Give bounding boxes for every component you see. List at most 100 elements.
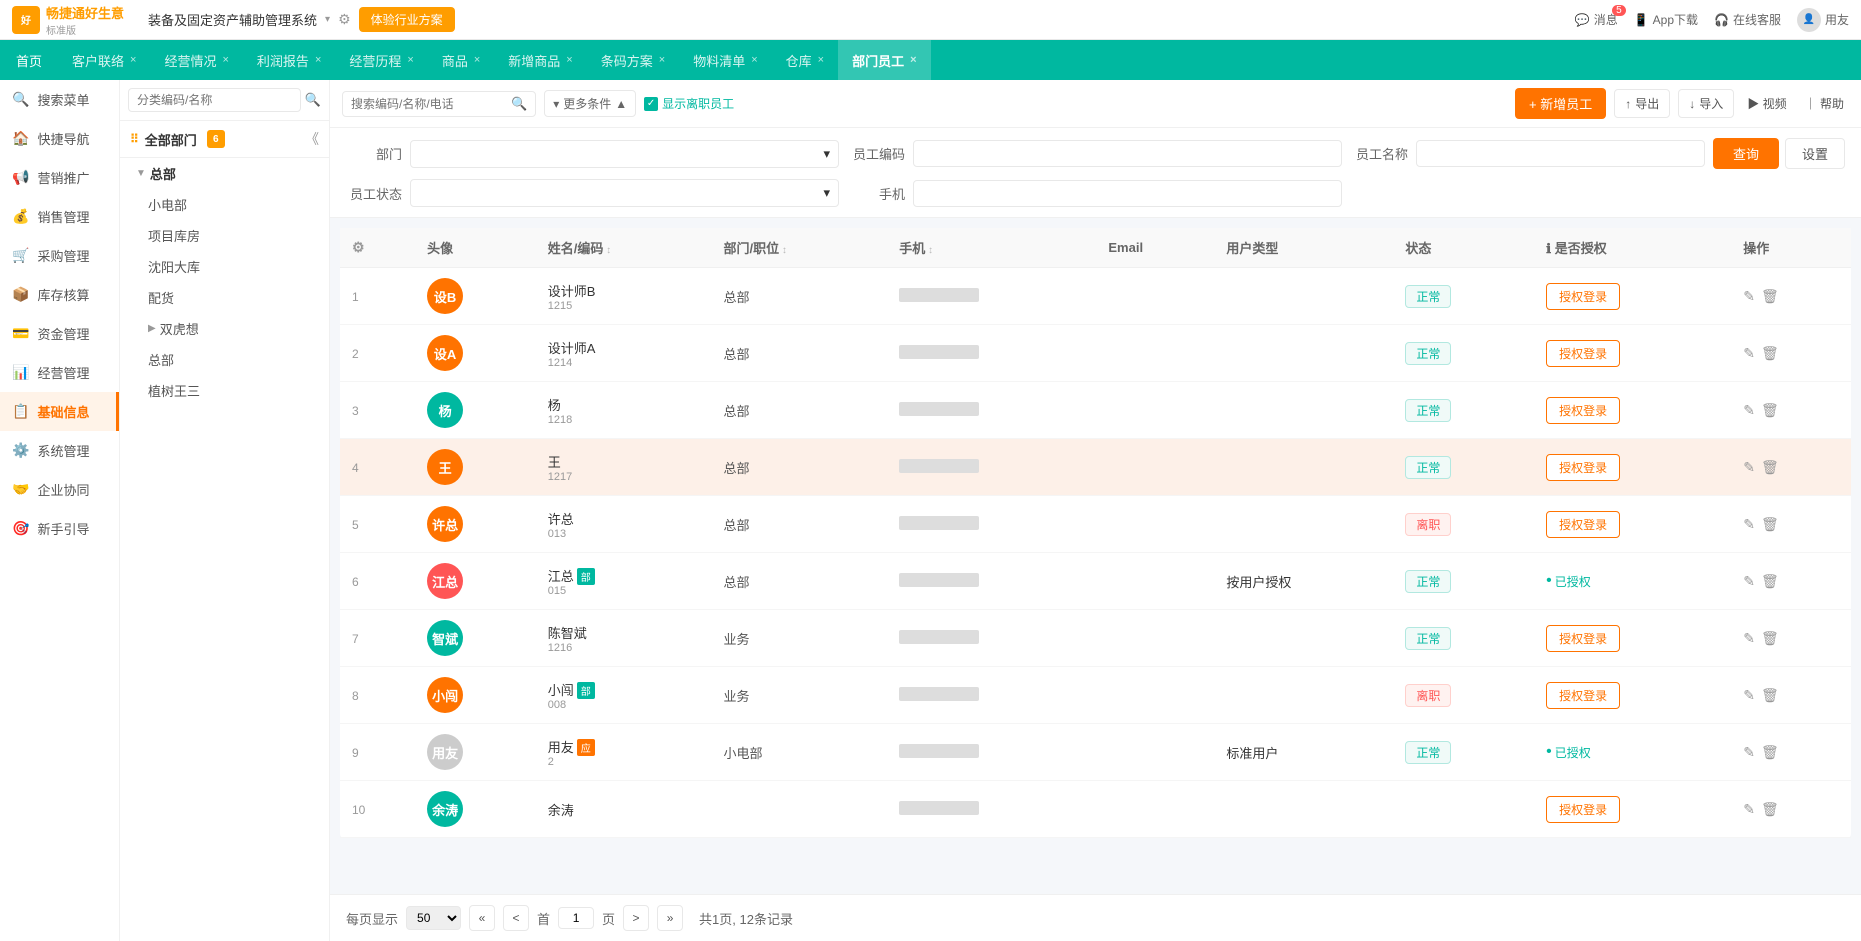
delete-icon[interactable]: 🗑 [1761,516,1779,533]
search-input[interactable] [351,97,511,111]
show-resigned-toggle[interactable]: ✓ 显示离职员工 [644,95,734,112]
more-filter-button[interactable]: ▾ 更多条件 ▲ [544,90,636,117]
video-btn[interactable]: ▶ 视频 [1742,90,1791,117]
auth-login-button[interactable]: 授权登录 [1546,625,1620,652]
search-button[interactable]: 查询 [1713,138,1779,169]
auth-login-button[interactable]: 授权登录 [1546,397,1620,424]
sidebar-item-search[interactable]: 🔍 搜索菜单 [0,80,119,119]
page-number-input[interactable] [558,907,594,929]
close-icon[interactable]: × [407,54,413,66]
app-download-action[interactable]: 📱 App下载 [1634,11,1698,28]
system-dropdown-icon[interactable]: ▾ [325,14,330,25]
sidebar-item-system[interactable]: ⚙️ 系统管理 [0,431,119,470]
edit-icon[interactable]: ✎ [1743,288,1755,305]
tab-add-goods[interactable]: 新增商品 × [494,40,586,80]
close-icon[interactable]: × [659,54,665,66]
delete-icon[interactable]: 🗑 [1761,345,1779,362]
tree-node-shenyang[interactable]: 沈阳大库 [120,251,329,282]
tree-node-zongbu[interactable]: 总部 [120,344,329,375]
tab-warehouse[interactable]: 仓库 × [772,40,838,80]
sidebar-item-marketing[interactable]: 📢 营销推广 [0,158,119,197]
trial-button[interactable]: 体验行业方案 [359,7,455,32]
edit-icon[interactable]: ✎ [1743,630,1755,647]
help-btn[interactable]: ｜ 帮助 [1800,90,1849,117]
status-select[interactable]: ▾ [410,179,839,207]
col-name[interactable]: 姓名/编码 [536,228,712,268]
sidebar-item-inventory[interactable]: 📦 库存核算 [0,275,119,314]
sidebar-item-guide[interactable]: 🎯 新手引导 [0,509,119,548]
auth-login-button[interactable]: 授权登录 [1546,454,1620,481]
edit-icon[interactable]: ✎ [1743,687,1755,704]
close-icon[interactable]: × [566,54,572,66]
close-icon[interactable]: × [910,54,916,66]
close-icon[interactable]: × [751,54,757,66]
edit-icon[interactable]: ✎ [1743,402,1755,419]
delete-icon[interactable]: 🗑 [1761,687,1779,704]
delete-icon[interactable]: 🗑 [1761,744,1779,761]
tab-barcode[interactable]: 条码方案 × [587,40,679,80]
message-action[interactable]: 💬 消息 5 [1575,11,1618,28]
close-icon[interactable]: × [222,54,228,66]
delete-icon[interactable]: 🗑 [1761,801,1779,818]
first-page-button[interactable]: « [469,905,495,931]
auth-login-button[interactable]: 授权登录 [1546,283,1620,310]
col-gear[interactable]: ⚙ [340,228,415,268]
tab-operation[interactable]: 经营情况 × [150,40,242,80]
edit-icon[interactable]: ✎ [1743,345,1755,362]
close-icon[interactable]: × [474,54,480,66]
auth-login-button[interactable]: 授权登录 [1546,340,1620,367]
delete-icon[interactable]: 🗑 [1761,459,1779,476]
tab-home[interactable]: 首页 [0,40,58,80]
code-input[interactable] [913,140,1342,167]
sidebar-item-nav[interactable]: 🏠 快捷导航 [0,119,119,158]
add-employee-button[interactable]: + 新增员工 [1515,88,1606,119]
close-icon[interactable]: × [818,54,824,66]
auth-login-button[interactable]: 授权登录 [1546,796,1620,823]
auth-login-button[interactable]: 授权登录 [1546,511,1620,538]
phone-input[interactable] [913,180,1342,207]
tree-node-xiaodibu[interactable]: 小电部 [120,189,329,220]
tree-node-zhishu[interactable]: 植树王三 [120,375,329,406]
sidebar-item-purchase[interactable]: 🛒 采购管理 [0,236,119,275]
delete-icon[interactable]: 🗑 [1761,630,1779,647]
next-page-button[interactable]: > [623,905,649,931]
edit-icon[interactable]: ✎ [1743,744,1755,761]
tab-goods[interactable]: 商品 × [428,40,494,80]
search-icon[interactable]: 🔍 [511,96,527,112]
auth-login-button[interactable]: 授权登录 [1546,682,1620,709]
collapse-icon[interactable]: 《 [305,129,319,149]
page-size-select[interactable]: 50 100 200 [406,906,461,930]
delete-icon[interactable]: 🗑 [1761,573,1779,590]
tab-bom[interactable]: 物料清单 × [679,40,771,80]
tree-node-shuanghu[interactable]: ▶ 双虎想 [120,313,329,344]
col-phone[interactable]: 手机 [887,228,1096,268]
reset-button[interactable]: 设置 [1785,138,1845,169]
close-icon[interactable]: × [130,54,136,66]
tree-node-peihuo[interactable]: 配货 [120,282,329,313]
dept-search-input[interactable] [128,88,301,112]
sidebar-item-finance[interactable]: 💳 资金管理 [0,314,119,353]
last-page-button[interactable]: » [657,905,683,931]
tab-profit[interactable]: 利润报告 × [243,40,335,80]
prev-page-button[interactable]: < [503,905,529,931]
edit-icon[interactable]: ✎ [1743,516,1755,533]
import-button[interactable]: ↓ 导入 [1678,89,1734,118]
delete-icon[interactable]: 🗑 [1761,402,1779,419]
col-dept[interactable]: 部门/职位 [712,228,888,268]
tab-customer[interactable]: 客户联络 × [58,40,150,80]
sidebar-item-basic[interactable]: 📋 基础信息 [0,392,119,431]
edit-icon[interactable]: ✎ [1743,459,1755,476]
dept-search-icon[interactable]: 🔍 [305,92,321,108]
gear-icon[interactable]: ⚙ [338,11,351,28]
tab-staff[interactable]: 部门员工 × [838,40,930,80]
user-action[interactable]: 👤 用友 [1797,8,1849,32]
delete-icon[interactable]: 🗑 [1761,288,1779,305]
dept-select[interactable]: ▾ [410,140,839,168]
close-icon[interactable]: × [315,54,321,66]
tree-node-root[interactable]: ▼ 总部 [120,158,329,189]
tab-history[interactable]: 经营历程 × [335,40,427,80]
sidebar-item-collab[interactable]: 🤝 企业协同 [0,470,119,509]
tree-node-project[interactable]: 项目库房 [120,220,329,251]
service-action[interactable]: 🎧 在线客服 [1714,11,1781,28]
name-input[interactable] [1416,140,1705,167]
